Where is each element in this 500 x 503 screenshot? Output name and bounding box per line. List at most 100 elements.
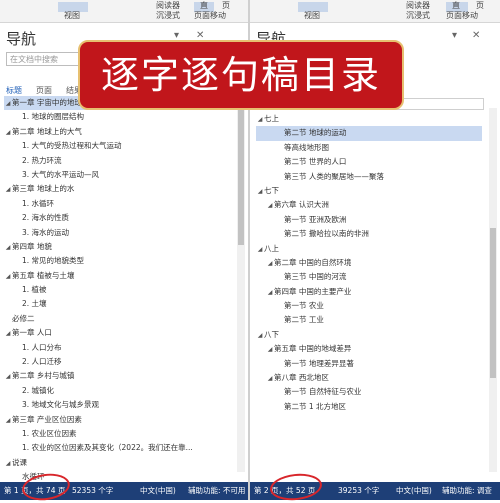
expand-triangle-icon[interactable]: ◢ — [256, 329, 264, 342]
heading-item[interactable]: 1. 植被 — [4, 283, 232, 297]
heading-label: 第三章 产业区位因素 — [12, 414, 82, 424]
expand-triangle-icon[interactable]: ◢ — [266, 199, 274, 212]
heading-item[interactable]: 2. 城镇化 — [4, 384, 232, 398]
immersive-label[interactable]: 沉浸式 — [156, 10, 180, 21]
word-count[interactable]: 52353 个字 — [72, 482, 113, 500]
heading-label: 八上 — [264, 243, 279, 253]
heading-item[interactable]: ◢ 第八章 西北地区 — [256, 371, 482, 385]
heading-item[interactable]: 2. 土壤 — [4, 297, 232, 311]
heading-item[interactable]: ◢ 第二章 中国的自然环境 — [256, 256, 482, 270]
heading-item[interactable]: ◢ 第三章 地球上的水 — [4, 182, 232, 196]
page-move-label: 页面移动 — [446, 11, 478, 20]
expand-triangle-icon[interactable]: ◢ — [4, 183, 12, 196]
heading-item[interactable]: ◢ 八上 — [256, 242, 482, 256]
heading-item[interactable]: ◢ 七上 — [256, 112, 482, 126]
heading-item[interactable]: ◢ 第二章 乡村与城镇 — [4, 369, 232, 383]
expand-triangle-icon[interactable]: ◢ — [256, 113, 264, 126]
heading-item[interactable]: ◢ 第四章 中国的主要产业 — [256, 285, 482, 299]
heading-item[interactable]: 2. 海水的性质 — [4, 211, 232, 225]
heading-label: 第二节 工业 — [284, 315, 324, 325]
heading-item[interactable]: 3. 大气的水平运动—风 — [4, 168, 232, 182]
heading-item[interactable]: 1. 人口分布 — [4, 341, 232, 355]
expand-triangle-icon[interactable]: ◢ — [4, 327, 12, 340]
expand-triangle-icon[interactable]: ◢ — [266, 257, 274, 270]
language[interactable]: 中文(中国) — [396, 482, 432, 500]
heading-label: 第三章 地球上的水 — [12, 184, 75, 194]
heading-item[interactable]: 第二节 1 北方地区 — [256, 400, 482, 414]
heading-item[interactable]: ◢ 说课 — [4, 456, 232, 470]
expand-triangle-icon[interactable]: ◢ — [4, 457, 12, 470]
heading-item[interactable]: 1. 常见的地貌类型 — [4, 254, 232, 268]
heading-label: 1. 大气的受热过程和大气运动 — [22, 141, 122, 151]
heading-item[interactable]: 等高线地形图 — [256, 141, 482, 155]
expand-triangle-icon[interactable]: ◢ — [4, 270, 12, 283]
heading-item[interactable]: 1. 大气的受热过程和大气运动 — [4, 139, 232, 153]
heading-item[interactable]: ◢ 第五章 植被与土壤 — [4, 269, 232, 283]
expand-triangle-icon[interactable]: ◢ — [256, 243, 264, 256]
heading-item[interactable]: 第一节 亚洲及欧洲 — [256, 213, 482, 227]
heading-item[interactable]: 3. 海水的运动 — [4, 226, 232, 240]
heading-label: 第一节 地理差异显著 — [284, 358, 354, 368]
heading-item[interactable]: 第一节 农业 — [256, 299, 482, 313]
nav-pane-title: 导航 — [6, 30, 37, 48]
scrollbar[interactable] — [237, 95, 245, 472]
view-label: 视图 — [64, 11, 80, 20]
heading-label: 第一章 人口 — [12, 328, 52, 338]
accessibility[interactable]: 辅助功能: 不可用 — [188, 482, 245, 500]
heading-label: 必修二 — [12, 313, 35, 323]
heading-label: 第三节 中国的河流 — [284, 272, 347, 282]
heading-item[interactable]: 第二节 撒哈拉以南的非洲 — [256, 227, 482, 241]
heading-item[interactable]: 第一节 自然特征与农业 — [256, 385, 482, 399]
close-icon[interactable]: ✕ — [472, 30, 480, 41]
expand-triangle-icon[interactable]: ◢ — [4, 126, 12, 139]
heading-item[interactable]: 1. 地球的圈层结构 — [4, 110, 232, 124]
expand-triangle-icon[interactable]: ◢ — [4, 414, 12, 427]
heading-label: 1. 地球的圈层结构 — [22, 112, 85, 122]
expand-triangle-icon[interactable]: ◢ — [266, 286, 274, 299]
expand-triangle-icon[interactable]: ◢ — [4, 241, 12, 254]
heading-item[interactable]: 第二节 世界的人口 — [256, 155, 482, 169]
immersive-label[interactable]: 沉浸式 — [406, 10, 430, 21]
heading-tree: ◢ 七上 第二节 地球的运动 等高线地形图第二节 世界的人口 第三节 人类的聚居地——聚… — [256, 112, 482, 414]
expand-triangle-icon[interactable]: ◢ — [4, 97, 12, 110]
heading-item[interactable]: ◢ 第二章 地球上的大气 — [4, 125, 232, 139]
heading-item[interactable]: ◢ 八下 — [256, 328, 482, 342]
scrollbar-thumb[interactable] — [490, 228, 496, 378]
heading-item[interactable]: 1. 农业的区位因素及其变化（2022。我们还在靠... — [4, 441, 232, 455]
heading-label: 等高线地形图 — [284, 142, 329, 152]
heading-item[interactable]: ◢ 第一章 人口 — [4, 326, 232, 340]
heading-label: 第五章 植被与土壤 — [12, 270, 75, 280]
heading-item[interactable]: ◢ 第四章 地貌 — [4, 240, 232, 254]
heading-item[interactable]: 第二节 工业 — [256, 313, 482, 327]
expand-triangle-icon[interactable]: ◢ — [266, 343, 274, 356]
heading-item[interactable]: 1. 水循环 — [4, 197, 232, 211]
heading-item[interactable]: 2. 人口迁移 — [4, 355, 232, 369]
expand-triangle-icon[interactable]: ◢ — [4, 370, 12, 383]
heading-item[interactable]: 第一节 地理差异显著 — [256, 357, 482, 371]
tab-pages[interactable]: 页面 — [36, 85, 52, 96]
heading-item[interactable]: 第二节 地球的运动 — [256, 126, 482, 141]
word-count[interactable]: 39253 个字 — [338, 482, 379, 500]
heading-item[interactable]: 3. 地域文化与城乡景观 — [4, 398, 232, 412]
heading-item[interactable]: 1. 农业区位因素 — [4, 427, 232, 441]
heading-item[interactable]: ◢ 第三章 产业区位因素 — [4, 413, 232, 427]
tab-headings[interactable]: 标题 — [6, 85, 22, 99]
language[interactable]: 中文(中国) — [140, 482, 176, 500]
heading-item[interactable]: ◢ 第五章 中国的地域差异 — [256, 342, 482, 356]
heading-item[interactable]: 2. 热力环流 — [4, 154, 232, 168]
heading-label: 第二章 地球上的大气 — [12, 126, 82, 136]
scrollbar[interactable] — [489, 108, 497, 472]
heading-item[interactable]: ◢ 七下 — [256, 184, 482, 198]
heading-item[interactable]: ◢ 第六章 认识大洲 — [256, 198, 482, 212]
heading-item[interactable]: 第三节 中国的河流 — [256, 270, 482, 284]
title-banner: 逐字逐句稿目录 — [78, 40, 404, 110]
scrollbar-thumb[interactable] — [238, 105, 244, 245]
heading-item[interactable]: 必修二 — [4, 312, 232, 326]
accessibility[interactable]: 辅助功能: 调查 — [442, 482, 492, 500]
expand-triangle-icon[interactable]: ◢ — [266, 372, 274, 385]
heading-label: 第二章 中国的自然环境 — [274, 257, 352, 267]
heading-item[interactable]: 第三节 人类的聚居地——聚落 — [256, 170, 482, 184]
chevron-down-icon[interactable]: ▾ — [452, 30, 457, 41]
expand-triangle-icon[interactable]: ◢ — [256, 185, 264, 198]
heading-label: 第四章 中国的主要产业 — [274, 286, 352, 296]
